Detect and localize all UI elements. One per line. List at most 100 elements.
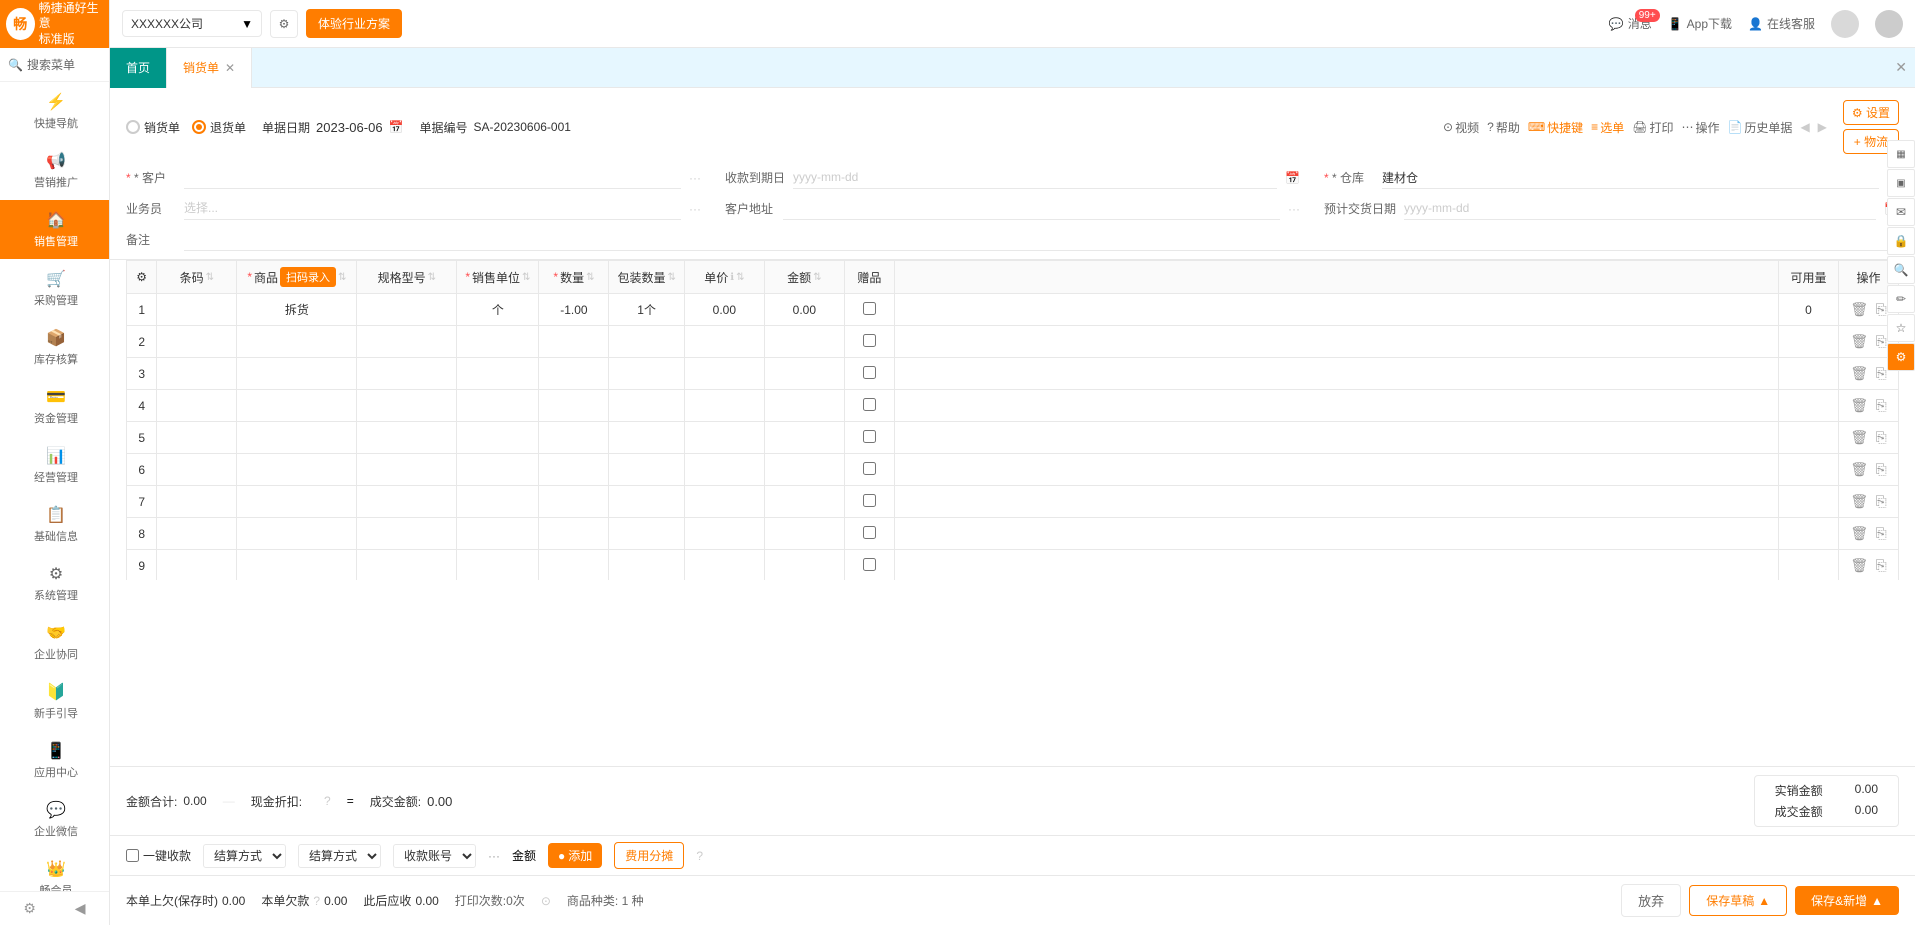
- th-spec[interactable]: 规格型号⇅: [357, 261, 457, 294]
- right-btn-layout-multi[interactable]: ▦: [1887, 140, 1915, 168]
- copy-row-btn-0[interactable]: ⎘: [1875, 301, 1886, 317]
- cell-qty-5[interactable]: [539, 454, 609, 486]
- gift-checkbox-0[interactable]: [863, 302, 876, 315]
- gift-checkbox-8[interactable]: [863, 558, 876, 571]
- copy-row-btn-7[interactable]: ⎘: [1875, 525, 1886, 541]
- cell-amount-1[interactable]: [764, 326, 844, 358]
- sidebar-item-management[interactable]: 📊 经营管理: [0, 436, 109, 495]
- discount-help-icon[interactable]: ?: [324, 794, 331, 808]
- copy-row-btn-2[interactable]: ⎘: [1875, 365, 1886, 381]
- cell-gift-1[interactable]: [844, 326, 894, 358]
- sidebar-item-purchase[interactable]: 🛒 采购管理: [0, 259, 109, 318]
- experience-button[interactable]: 体验行业方案: [306, 9, 402, 38]
- sidebar-item-cooperation[interactable]: 🤝 企业协同: [0, 613, 109, 672]
- cell-product-5[interactable]: [237, 454, 357, 486]
- cell-barcode-3[interactable]: [157, 390, 237, 422]
- avatar-2[interactable]: [1875, 10, 1903, 38]
- cell-price-7[interactable]: [684, 518, 764, 550]
- cell-unit-2[interactable]: [457, 358, 539, 390]
- help-action[interactable]: ? 帮助: [1487, 119, 1520, 136]
- cell-unit-1[interactable]: [457, 326, 539, 358]
- cell-qty-8[interactable]: [539, 550, 609, 581]
- right-btn-settings-orange[interactable]: ⚙: [1887, 343, 1915, 371]
- cell-qty-6[interactable]: [539, 486, 609, 518]
- right-btn-edit[interactable]: ✏: [1887, 285, 1915, 313]
- nav-next-icon[interactable]: ▶: [1818, 120, 1827, 134]
- th-price[interactable]: 单价 ℹ⇅: [684, 261, 764, 294]
- gift-checkbox-4[interactable]: [863, 430, 876, 443]
- arrears-help-icon[interactable]: ?: [313, 894, 320, 908]
- delete-row-btn-2[interactable]: 🗑: [1850, 365, 1868, 381]
- cell-product-6[interactable]: [237, 486, 357, 518]
- cell-pack-qty-3[interactable]: [609, 390, 684, 422]
- cell-product-8[interactable]: [237, 550, 357, 581]
- cell-unit-3[interactable]: [457, 390, 539, 422]
- customer-more-icon[interactable]: ···: [689, 171, 701, 185]
- delete-row-btn-8[interactable]: 🗑: [1850, 557, 1868, 573]
- cell-spec-5[interactable]: [357, 454, 457, 486]
- sidebar-item-inventory[interactable]: 📦 库存核算: [0, 318, 109, 377]
- th-product[interactable]: * 商品 扫码录入 ⇅: [237, 261, 357, 294]
- settings-button[interactable]: ⚙ 设置: [1843, 100, 1899, 125]
- cell-barcode-5[interactable]: [157, 454, 237, 486]
- sidebar-item-guide[interactable]: 🔰 新手引导: [0, 672, 109, 731]
- sidebar-item-system[interactable]: ⚙ 系统管理: [0, 554, 109, 613]
- cell-spec-7[interactable]: [357, 518, 457, 550]
- gift-checkbox-5[interactable]: [863, 462, 876, 475]
- th-barcode[interactable]: 条码⇅: [157, 261, 237, 294]
- discard-button[interactable]: 放弃: [1621, 884, 1681, 917]
- cell-barcode-0[interactable]: [157, 294, 237, 326]
- right-btn-search[interactable]: 🔍: [1887, 256, 1915, 284]
- cell-gift-7[interactable]: [844, 518, 894, 550]
- calc-method-select[interactable]: 结算方式: [298, 844, 381, 868]
- delivery-date-input[interactable]: [1404, 197, 1876, 220]
- scan-btn[interactable]: 扫码录入: [280, 267, 336, 287]
- cell-barcode-7[interactable]: [157, 518, 237, 550]
- cell-price-3[interactable]: [684, 390, 764, 422]
- th-pack-qty[interactable]: 包装数量⇅: [609, 261, 684, 294]
- salesperson-more-icon[interactable]: ···: [689, 202, 701, 216]
- cell-product-0[interactable]: 拆货: [237, 294, 357, 326]
- table-scroll-container[interactable]: ⚙ 条码⇅ * 商品 扫码录入 ⇅ 规格型号⇅: [126, 260, 1899, 580]
- cell-qty-1[interactable]: [539, 326, 609, 358]
- copy-row-btn-8[interactable]: ⎘: [1875, 557, 1886, 573]
- copy-row-btn-3[interactable]: ⎘: [1875, 397, 1886, 413]
- cell-gift-8[interactable]: [844, 550, 894, 581]
- delete-row-btn-7[interactable]: 🗑: [1850, 525, 1868, 541]
- cell-barcode-1[interactable]: [157, 326, 237, 358]
- delete-row-btn-5[interactable]: 🗑: [1850, 461, 1868, 477]
- sidebar-item-enterprise-wechat[interactable]: 💬 企业微信: [0, 790, 109, 849]
- cell-price-1[interactable]: [684, 326, 764, 358]
- cell-qty-2[interactable]: [539, 358, 609, 390]
- cell-qty-3[interactable]: [539, 390, 609, 422]
- cell-amount-5[interactable]: [764, 454, 844, 486]
- sidebar-item-vip[interactable]: 👑 畅会员: [0, 849, 109, 891]
- cell-price-2[interactable]: [684, 358, 764, 390]
- select-action[interactable]: ≡ 选单: [1591, 119, 1624, 136]
- gift-checkbox-3[interactable]: [863, 398, 876, 411]
- product-kind-icon[interactable]: ⊙: [541, 894, 551, 908]
- cell-unit-7[interactable]: [457, 518, 539, 550]
- tab-close-icon[interactable]: ✕: [225, 61, 235, 75]
- avatar[interactable]: [1831, 10, 1859, 38]
- cell-pack-qty-0[interactable]: 1个: [609, 294, 684, 326]
- cell-price-4[interactable]: [684, 422, 764, 454]
- history-action[interactable]: 📄 历史单据: [1727, 119, 1792, 136]
- quick-pay-check[interactable]: [126, 849, 139, 862]
- customer-address-input[interactable]: [783, 197, 1280, 220]
- delete-row-btn-0[interactable]: 🗑: [1850, 301, 1868, 317]
- cell-pack-qty-6[interactable]: [609, 486, 684, 518]
- cell-gift-0[interactable]: [844, 294, 894, 326]
- cell-qty-4[interactable]: [539, 422, 609, 454]
- cell-gift-2[interactable]: [844, 358, 894, 390]
- sidebar-item-sales[interactable]: 🏠 销售管理: [0, 200, 109, 259]
- copy-row-btn-5[interactable]: ⎘: [1875, 461, 1886, 477]
- tab-home[interactable]: 首页: [110, 48, 167, 88]
- nav-prev-icon[interactable]: ◀: [1800, 120, 1809, 134]
- th-settings[interactable]: ⚙: [127, 261, 157, 294]
- cell-amount-4[interactable]: [764, 422, 844, 454]
- add-payment-button[interactable]: ● 添加: [548, 843, 602, 868]
- right-btn-message[interactable]: ✉: [1887, 198, 1915, 226]
- cell-unit-8[interactable]: [457, 550, 539, 581]
- cell-product-7[interactable]: [237, 518, 357, 550]
